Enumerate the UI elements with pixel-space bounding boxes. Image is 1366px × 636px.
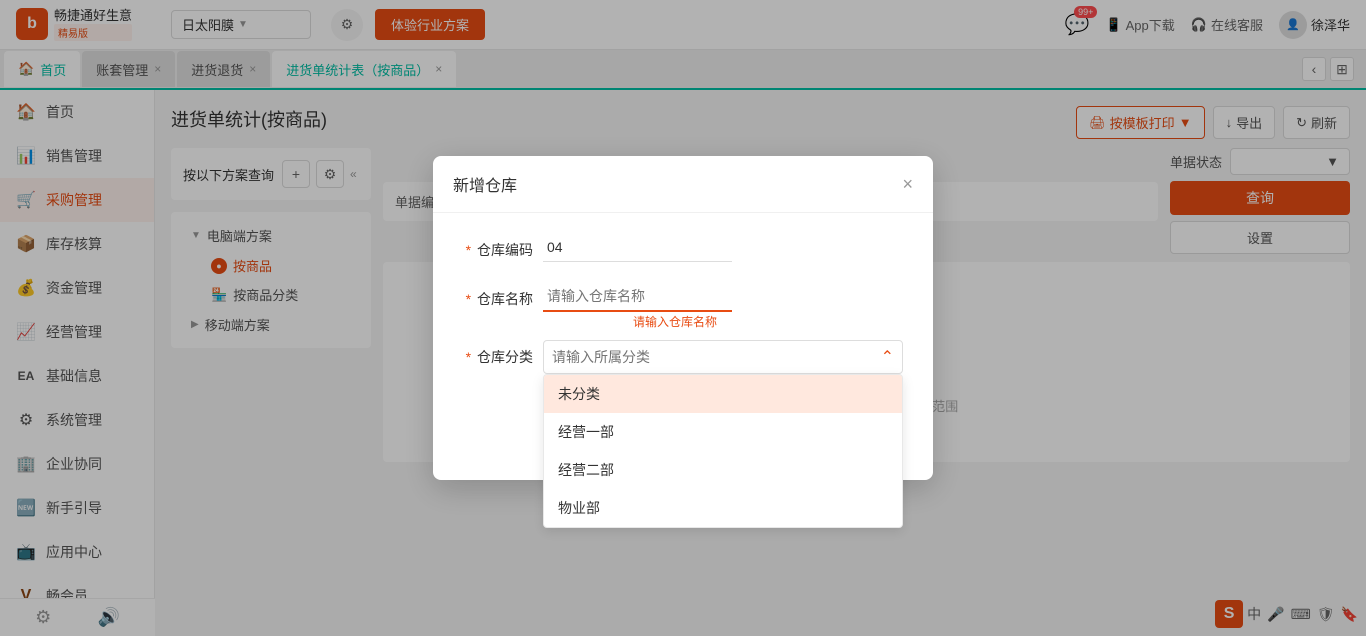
category-dropdown: 未分类 经营一部 经营二部 物业部 bbox=[543, 374, 903, 528]
category-input[interactable] bbox=[552, 349, 881, 365]
chevron-up-icon[interactable]: ⌃ bbox=[881, 347, 894, 367]
category-wrapper: ⌃ 未分类 经营一部 经营二部 物业部 bbox=[543, 340, 903, 374]
code-label: * 仓库编码 bbox=[463, 233, 543, 260]
form-row-code: * 仓库编码 bbox=[463, 233, 903, 262]
dropdown-item-dept3[interactable]: 物业部 bbox=[544, 489, 902, 527]
modal-title: 新增仓库 bbox=[453, 172, 517, 196]
category-label: * 仓库分类 bbox=[463, 340, 543, 367]
modal-header: 新增仓库 × bbox=[433, 156, 933, 213]
required-star-name: * bbox=[466, 291, 471, 307]
form-row-name: * 仓库名称 请输入仓库名称 bbox=[463, 282, 903, 312]
code-input-wrapper bbox=[543, 233, 903, 262]
form-row-category: * 仓库分类 ⌃ 未分类 经营一部 经营二部 物业部 bbox=[463, 340, 903, 374]
modal-overlay: 新增仓库 × * 仓库编码 * 仓库名称 bbox=[0, 0, 1366, 636]
modal-close-button[interactable]: × bbox=[902, 174, 913, 195]
dropdown-item-dept1[interactable]: 经营一部 bbox=[544, 413, 902, 451]
dropdown-item-dept2[interactable]: 经营二部 bbox=[544, 451, 902, 489]
code-input[interactable] bbox=[543, 233, 732, 262]
dropdown-item-none[interactable]: 未分类 bbox=[544, 375, 902, 413]
name-error-hint: 请输入仓库名称 bbox=[633, 313, 717, 330]
category-input-box[interactable]: ⌃ bbox=[543, 340, 903, 374]
required-star-cat: * bbox=[466, 349, 471, 365]
new-warehouse-modal: 新增仓库 × * 仓库编码 * 仓库名称 bbox=[433, 156, 933, 480]
name-label: * 仓库名称 bbox=[463, 282, 543, 309]
name-input-wrapper: 请输入仓库名称 bbox=[543, 282, 903, 312]
required-star: * bbox=[466, 242, 471, 258]
modal-body: * 仓库编码 * 仓库名称 请输入仓库名称 bbox=[433, 213, 933, 414]
name-input[interactable] bbox=[543, 282, 732, 312]
